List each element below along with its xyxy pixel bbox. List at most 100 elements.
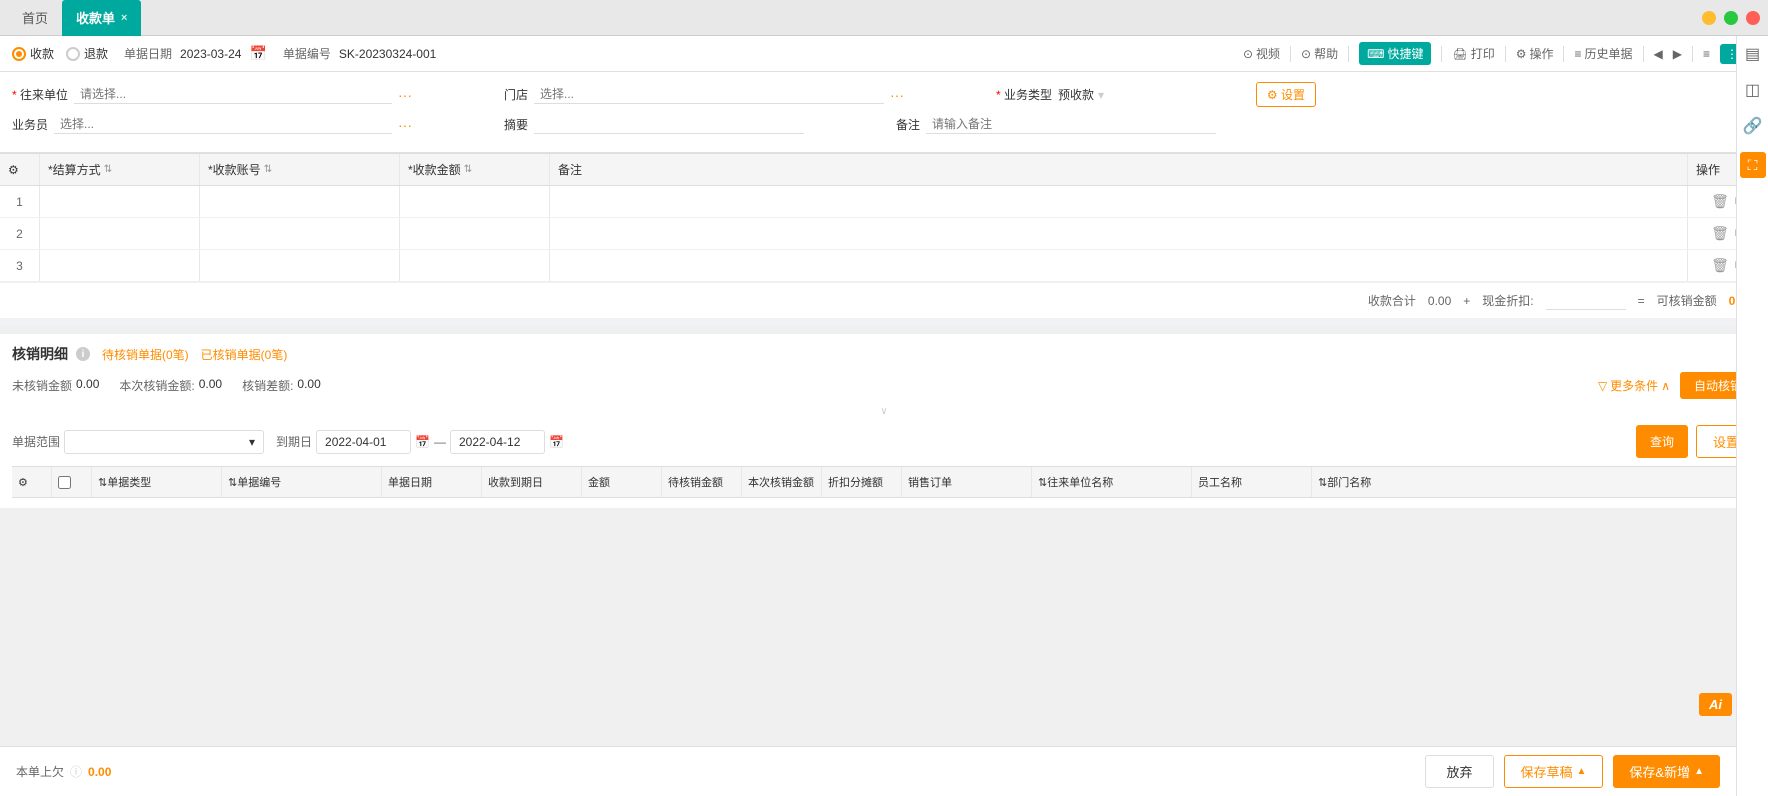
- minimize-button[interactable]: [1702, 11, 1716, 25]
- tab-receipt-close[interactable]: ×: [121, 12, 127, 24]
- due-date-field: 到期日 📅 — 📅: [276, 430, 564, 454]
- collapse-arrow[interactable]: ∨: [880, 406, 887, 417]
- bth-settings[interactable]: ⚙: [12, 467, 52, 497]
- cal-from-icon[interactable]: 📅: [415, 435, 430, 449]
- window-controls: [1702, 11, 1760, 25]
- pending-link[interactable]: 待核销单据(0笔): [102, 346, 189, 363]
- query-btn[interactable]: 查询: [1636, 425, 1688, 458]
- bth-due-date: 收款到期日: [482, 467, 582, 497]
- summary-field: 摘要: [504, 115, 804, 134]
- date-from-input[interactable]: [316, 430, 411, 454]
- cal-to-icon[interactable]: 📅: [549, 435, 564, 449]
- btn-nav-prev[interactable]: ◀: [1654, 47, 1663, 61]
- partner-input[interactable]: [74, 85, 392, 104]
- staff-more-btn[interactable]: ···: [398, 117, 412, 133]
- btn-print[interactable]: 🖨 打印: [1452, 45, 1494, 62]
- doc-no-value: SK-20230324-001: [339, 47, 436, 61]
- partner-more-btn[interactable]: ···: [398, 87, 412, 103]
- btn-help[interactable]: ⊙ 帮助: [1301, 45, 1338, 62]
- row-2-settlement[interactable]: [40, 218, 200, 249]
- tab-home-label: 首页: [22, 8, 48, 27]
- divider3: [1441, 46, 1442, 62]
- btn-nav-next[interactable]: ▶: [1673, 47, 1682, 61]
- btn-shortcut[interactable]: ⌨ 快捷键: [1359, 42, 1431, 65]
- panel-icon-expand[interactable]: ⛶: [1740, 152, 1766, 178]
- avail-label: 可核销金额: [1657, 292, 1717, 309]
- bth-sales-order: 销售订单: [902, 467, 1032, 497]
- divider4: [1505, 46, 1506, 62]
- summary-input[interactable]: [534, 115, 804, 134]
- bottom-table-header: ⚙ ⇅单据类型 ⇅单据编号 单据日期 收款到期日 金额 待核销金额 本次核销金额…: [12, 466, 1756, 498]
- info-circle-icon: ⓘ: [70, 763, 82, 780]
- row-3-amount[interactable]: [400, 250, 550, 281]
- radio-receipt[interactable]: 收款: [12, 45, 54, 62]
- bth-checkbox[interactable]: [52, 467, 92, 497]
- th-amount: * 收款金额 ⇅: [400, 154, 550, 185]
- unchecked-amount: 未核销金额 0.00: [12, 377, 99, 394]
- panel-icon-link[interactable]: 🔗: [1743, 116, 1763, 136]
- bth-this-amount: 本次核销金额: [742, 467, 822, 497]
- table-row: 1 🗑 ⧉: [0, 186, 1768, 218]
- set-button[interactable]: ⚙ 设置: [1256, 82, 1316, 107]
- date-picker-icon[interactable]: 📅: [249, 45, 266, 62]
- row-3-num: 3: [0, 250, 40, 281]
- row-1-remark[interactable]: [550, 186, 1688, 217]
- info-icon[interactable]: i: [76, 347, 90, 361]
- panel-icon-doc[interactable]: ◫: [1745, 80, 1760, 100]
- btn-menu[interactable]: ≡: [1703, 47, 1710, 61]
- ai-badge[interactable]: Ai: [1699, 693, 1732, 716]
- row-3-delete-btn[interactable]: 🗑: [1711, 257, 1729, 274]
- table-row: 3 🗑 ⧉: [0, 250, 1768, 282]
- done-link[interactable]: 已核销单据(0笔): [201, 346, 288, 363]
- btn-history[interactable]: ≡ 历史单据: [1574, 45, 1632, 62]
- divider1: [1290, 46, 1291, 62]
- discard-button[interactable]: 放弃: [1425, 755, 1493, 788]
- row-2-remark[interactable]: [550, 218, 1688, 249]
- tab-receipt[interactable]: 收款单 ×: [62, 0, 141, 36]
- th-remark: 备注: [550, 154, 1688, 185]
- row-1-delete-btn[interactable]: 🗑: [1711, 193, 1729, 210]
- divider5: [1563, 46, 1564, 62]
- range-select[interactable]: ▾: [64, 430, 264, 454]
- btn-ops[interactable]: ⚙ 操作: [1516, 45, 1554, 62]
- main-scroll: 收款 退款 单据日期 2023-03-24 📅 单据编号 SK-20230324…: [0, 36, 1768, 796]
- biz-type-arrow[interactable]: ▾: [1098, 88, 1104, 102]
- bth-doc-date: 单据日期: [382, 467, 482, 497]
- row-2-delete-btn[interactable]: 🗑: [1711, 225, 1729, 242]
- help-icon: ⊙: [1301, 47, 1311, 61]
- th-settings[interactable]: ⚙: [0, 154, 40, 185]
- maximize-button[interactable]: [1724, 11, 1738, 25]
- row-3-remark[interactable]: [550, 250, 1688, 281]
- btn-video[interactable]: ⊙ 视频: [1243, 45, 1280, 62]
- row-1-amount[interactable]: [400, 186, 550, 217]
- row-2-account[interactable]: [200, 218, 400, 249]
- bth-pending: 待核销金额: [662, 467, 742, 497]
- shop-input[interactable]: [534, 85, 884, 104]
- section-divider: [0, 318, 1768, 326]
- row-1-settlement[interactable]: [40, 186, 200, 217]
- row-3-settlement[interactable]: [40, 250, 200, 281]
- panel-icon-table[interactable]: ▤: [1745, 44, 1760, 64]
- note-input[interactable]: [926, 115, 1216, 134]
- partner-label: * 往来单位: [12, 86, 68, 103]
- radio-receipt-label: 收款: [30, 45, 54, 62]
- select-all-checkbox[interactable]: [58, 476, 71, 489]
- staff-input[interactable]: [54, 115, 392, 134]
- row-1-account[interactable]: [200, 186, 400, 217]
- writeoff-section: 核销明细 i 待核销单据(0笔) 已核销单据(0笔) 未核销金额 0.00 本次…: [0, 334, 1768, 508]
- discount-input[interactable]: [1546, 291, 1626, 310]
- row-3-account[interactable]: [200, 250, 400, 281]
- doc-no-label: 单据编号: [283, 45, 331, 62]
- draft-button[interactable]: 保存草稿 ▲: [1504, 755, 1604, 788]
- date-to-input[interactable]: [450, 430, 545, 454]
- close-button[interactable]: [1746, 11, 1760, 25]
- table-header: ⚙ * 结算方式 ⇅ * 收款账号 ⇅ * 收款金额 ⇅ 备注 操作: [0, 153, 1768, 186]
- biz-type-select[interactable]: 预收款 ▾: [1058, 86, 1250, 103]
- radio-refund[interactable]: 退款: [66, 45, 108, 62]
- more-conditions-btn[interactable]: ▽ 更多条件 ∧: [1598, 377, 1670, 394]
- section-title: 核销明细 i: [12, 344, 90, 364]
- save-new-button[interactable]: 保存&新增 ▲: [1613, 755, 1720, 788]
- row-2-amount[interactable]: [400, 218, 550, 249]
- shop-more-btn[interactable]: ···: [890, 87, 904, 103]
- tab-home[interactable]: 首页: [8, 0, 62, 36]
